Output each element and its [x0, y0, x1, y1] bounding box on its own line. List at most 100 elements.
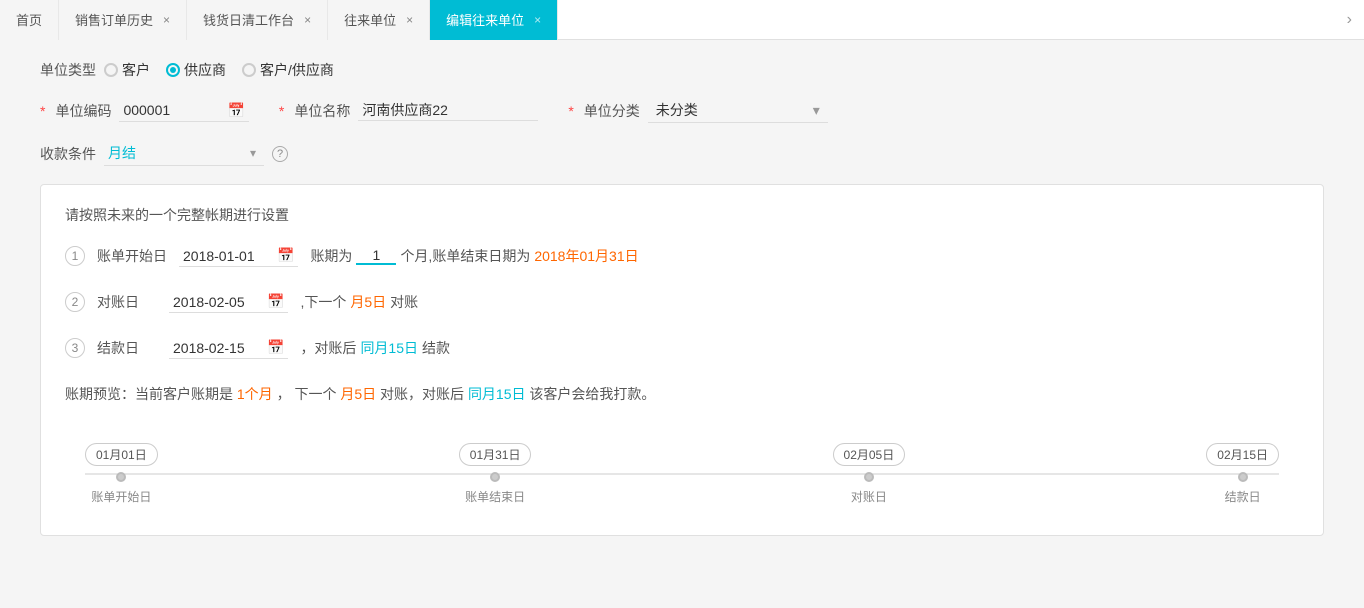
calendar-icon-code[interactable]: 📅 — [227, 102, 244, 119]
tab-sales-history[interactable]: 销售订单历史 × — [59, 0, 187, 40]
tab-cash-work[interactable]: 钱货日清工作台 × — [187, 0, 328, 40]
tl-label-3: 02月05日 — [833, 443, 906, 466]
preview-payment-day: 同月15日 — [468, 386, 526, 402]
step-3-row: 3 结款日 📅 ，对账后 同月15日 结款 — [65, 337, 1299, 359]
radio-both-label: 客户/供应商 — [260, 60, 334, 80]
payment-label: 收款条件 — [40, 144, 96, 164]
tl-label-4: 02月15日 — [1206, 443, 1279, 466]
tab-partner-units[interactable]: 往来单位 × — [328, 0, 430, 40]
category-select[interactable]: 未分类 ▾ — [648, 98, 828, 123]
step-2-highlight: 月5日 — [350, 292, 386, 312]
tabs-bar: 首页 销售订单历史 × 钱货日清工作台 × 往来单位 × 编辑往来单位 × › — [0, 0, 1364, 40]
code-required: * — [40, 103, 45, 119]
unit-type-label: 单位类型 — [40, 60, 96, 80]
payment-select[interactable]: 月结 ▾ — [104, 141, 264, 166]
account-preview: 账期预览：当前客户账期是 1个月 ， 下一个 月5日 对账，对账后 同月15日 … — [65, 383, 1299, 405]
tabs-scroll-right[interactable]: › — [1335, 11, 1364, 29]
name-input[interactable] — [358, 100, 538, 121]
step-1-row: 1 账单开始日 📅 账期为 个月,账单结束日期为 2018年01月31日 — [65, 245, 1299, 267]
payment-row: 收款条件 月结 ▾ ? — [40, 141, 1324, 166]
timeline-point-1: 01月01日 账单开始日 — [85, 443, 158, 505]
step-1-desc-prefix: 账期为 — [310, 246, 352, 266]
tl-circle-1 — [116, 472, 126, 482]
preview-suffix: 该客户会给我打款。 — [529, 386, 655, 402]
step-3-prefix: ，对账后 — [300, 338, 356, 358]
step-1-label: 账单开始日 — [97, 246, 167, 266]
radio-group: 客户 供应商 客户/供应商 — [104, 60, 334, 80]
radio-customer[interactable]: 客户 — [104, 60, 150, 80]
tl-label-1: 01月01日 — [85, 443, 158, 466]
close-tab-sales-history[interactable]: × — [163, 13, 170, 27]
name-required: * — [279, 103, 284, 119]
payment-help-icon[interactable]: ? — [272, 146, 288, 162]
card-hint: 请按照未来的一个完整帐期进行设置 — [65, 205, 1299, 225]
radio-circle-both — [242, 63, 256, 77]
tab-edit-partner[interactable]: 编辑往来单位 × — [430, 0, 558, 40]
radio-circle-customer — [104, 63, 118, 77]
step-1-desc-suffix: 个月,账单结束日期为 — [400, 246, 530, 266]
name-group: * 单位名称 — [279, 100, 538, 121]
name-label: 单位名称 — [294, 101, 350, 121]
code-input-wrapper: 📅 — [119, 100, 248, 122]
code-label: 单位编码 — [55, 101, 111, 121]
step-2-date-input[interactable] — [173, 294, 263, 310]
code-input[interactable] — [123, 102, 223, 118]
radio-supplier[interactable]: 供应商 — [166, 60, 226, 80]
payment-value: 月结 — [108, 143, 246, 163]
preview-reconcile-day: 月5日 — [340, 386, 376, 402]
tl-label-2: 01月31日 — [459, 443, 532, 466]
tl-circle-3 — [864, 472, 874, 482]
step-3-highlight: 同月15日 — [360, 338, 418, 358]
unit-type-row: 单位类型 客户 供应商 客户/供应商 — [40, 60, 1324, 80]
step-2-label: 对账日 — [97, 292, 157, 312]
preview-prefix: 账期预览：当前客户账期是 — [65, 386, 233, 402]
timeline-point-3: 02月05日 对账日 — [833, 443, 906, 505]
main-content: 单位类型 客户 供应商 客户/供应商 * 单位编码 — [0, 40, 1364, 608]
step-1-num: 1 — [65, 246, 85, 266]
step-3-desc: ，对账后 同月15日 结款 — [300, 338, 450, 358]
timeline-point-2: 01月31日 账单结束日 — [459, 443, 532, 505]
tl-desc-2: 账单结束日 — [465, 488, 525, 505]
tl-circle-2 — [490, 472, 500, 482]
category-required: * — [568, 103, 573, 119]
radio-supplier-label: 供应商 — [184, 60, 226, 80]
step-3-num: 3 — [65, 338, 85, 358]
tl-desc-3: 对账日 — [851, 488, 887, 505]
payment-group: 收款条件 月结 ▾ ? — [40, 141, 288, 166]
close-tab-cash-work[interactable]: × — [304, 13, 311, 27]
step-1-desc: 账期为 个月,账单结束日期为 2018年01月31日 — [310, 246, 638, 266]
step-1-date-wrapper: 📅 — [179, 245, 298, 267]
timeline-points: 01月01日 账单开始日 01月31日 账单结束日 02月05日 — [85, 443, 1279, 505]
step-3-suffix: 结款 — [422, 338, 450, 358]
tab-home[interactable]: 首页 — [0, 0, 59, 40]
radio-circle-supplier — [166, 63, 180, 77]
step-2-cal-icon[interactable]: 📅 — [267, 293, 284, 310]
radio-customer-label: 客户 — [122, 60, 150, 80]
preview-reconcile-suffix: 对账，对账后 — [380, 386, 464, 402]
category-dropdown-icon: ▾ — [813, 102, 820, 119]
tl-desc-4: 结款日 — [1225, 488, 1261, 505]
step-3-cal-icon[interactable]: 📅 — [267, 339, 284, 356]
step-3-date-wrapper: 📅 — [169, 337, 288, 359]
timeline-point-4: 02月15日 结款日 — [1206, 443, 1279, 505]
step-3-date-input[interactable] — [173, 340, 263, 356]
category-label: 单位分类 — [584, 101, 640, 121]
tl-circle-4 — [1238, 472, 1248, 482]
step-1-cal-icon[interactable]: 📅 — [277, 247, 294, 264]
step-1-date-input[interactable] — [183, 248, 273, 264]
unit-type-group: 单位类型 客户 供应商 客户/供应商 — [40, 60, 334, 80]
preview-comma: ， — [277, 386, 291, 402]
step-3-label: 结款日 — [97, 338, 157, 358]
close-tab-edit-partner[interactable]: × — [534, 13, 541, 27]
step-1-end-date: 2018年01月31日 — [534, 246, 638, 266]
period-input[interactable] — [356, 247, 396, 265]
close-tab-partner-units[interactable]: × — [406, 13, 413, 27]
code-name-category-row: * 单位编码 📅 * 单位名称 * 单位分类 未分类 ▾ — [40, 98, 1324, 123]
payment-dropdown-icon: ▾ — [250, 146, 256, 160]
timeline: 01月01日 账单开始日 01月31日 账单结束日 02月05日 — [65, 433, 1299, 515]
category-group: * 单位分类 未分类 ▾ — [568, 98, 827, 123]
radio-both[interactable]: 客户/供应商 — [242, 60, 334, 80]
preview-reconcile-prefix: 下一个 — [294, 386, 336, 402]
tl-desc-1: 账单开始日 — [91, 488, 151, 505]
step-2-date-wrapper: 📅 — [169, 291, 288, 313]
